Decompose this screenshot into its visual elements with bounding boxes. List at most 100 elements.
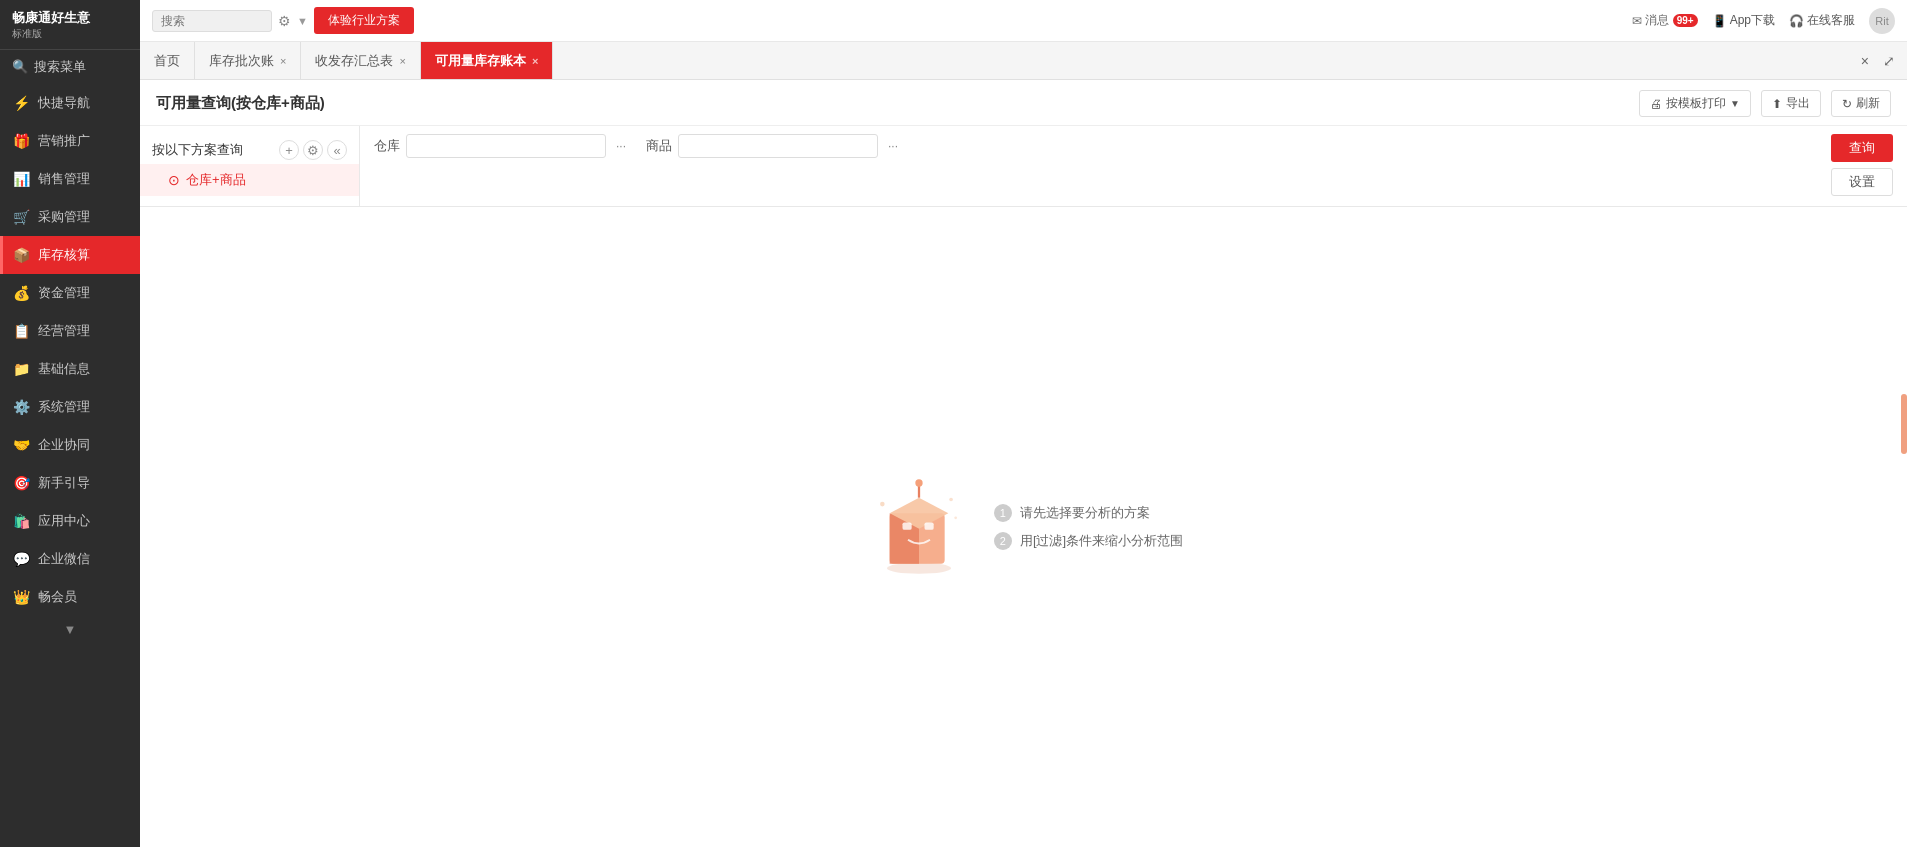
sidebar-item-label: 基础信息 — [38, 360, 90, 378]
trial-button[interactable]: 体验行业方案 — [314, 7, 414, 34]
sidebar-item-marketing[interactable]: 🎁 营销推广 — [0, 122, 140, 160]
sidebar-item-label: 新手引导 — [38, 474, 90, 492]
enterprise-icon: 🤝 — [12, 437, 30, 453]
export-button[interactable]: ⬆ 导出 — [1761, 90, 1821, 117]
message-label: 消息 — [1645, 12, 1669, 29]
wechat-icon: 💬 — [12, 551, 30, 567]
sidebar-item-wechat[interactable]: 💬 企业微信 — [0, 540, 140, 578]
app-download-link[interactable]: 📱 App下载 — [1712, 12, 1775, 29]
topbar-left: ⚙ ▼ 体验行业方案 — [152, 7, 1624, 34]
query-scheme-label: 按以下方案查询 — [152, 141, 243, 159]
sidebar-item-purchase[interactable]: 🛒 采购管理 — [0, 198, 140, 236]
print-label: 按模板打印 — [1666, 95, 1726, 112]
sidebar-item-label: 采购管理 — [38, 208, 90, 226]
page-header-actions: 🖨 按模板打印 ▼ ⬆ 导出 ↻ 刷新 — [1639, 90, 1891, 117]
tip-text-2: 用[过滤]条件来缩小分析范围 — [1020, 532, 1183, 550]
svg-point-7 — [915, 479, 922, 486]
query-panel: 按以下方案查询 + ⚙ « ⊙ 仓库+商品 仓库 ··· 商品 · — [140, 126, 1907, 207]
add-scheme-button[interactable]: + — [279, 140, 299, 160]
sidebar-item-guide[interactable]: 🎯 新手引导 — [0, 464, 140, 502]
refresh-button[interactable]: ↻ 刷新 — [1831, 90, 1891, 117]
empty-illustration — [864, 472, 974, 582]
topbar: ⚙ ▼ 体验行业方案 ✉ 消息 99+ 📱 App下载 🎧 在线客服 Rit — [140, 0, 1907, 42]
message-link[interactable]: ✉ 消息 99+ — [1632, 12, 1698, 29]
tab-expand-button[interactable]: ⤢ — [1879, 51, 1899, 71]
sidebar-item-finance[interactable]: 💰 资金管理 — [0, 274, 140, 312]
query-actions: 查询 设置 — [1817, 126, 1907, 206]
tip-num-1: 1 — [994, 504, 1012, 522]
sidebar-item-label: 企业协同 — [38, 436, 90, 454]
sidebar-item-sales[interactable]: 📊 销售管理 — [0, 160, 140, 198]
sidebar-item-operations[interactable]: 📋 经营管理 — [0, 312, 140, 350]
product-more-btn[interactable]: ··· — [884, 137, 902, 155]
tab-available-qty-close[interactable]: × — [532, 55, 538, 67]
service-label: 在线客服 — [1807, 12, 1855, 29]
tab-close-all-button[interactable]: × — [1857, 51, 1873, 71]
tab-stocktake-close[interactable]: × — [399, 55, 405, 67]
export-label: 导出 — [1786, 95, 1810, 112]
svg-point-9 — [949, 498, 953, 502]
empty-tip-1: 1 请先选择要分析的方案 — [994, 504, 1183, 522]
settings-button[interactable]: 设置 — [1831, 168, 1893, 196]
warehouse-input[interactable] — [406, 134, 606, 158]
purchase-icon: 🛒 — [12, 209, 30, 225]
warehouse-more-btn[interactable]: ··· — [612, 137, 630, 155]
search-icon: 🔍 — [12, 59, 28, 74]
tabbar-right-actions: × ⤢ — [1849, 42, 1907, 79]
product-input[interactable] — [678, 134, 878, 158]
settings-scheme-button[interactable]: ⚙ — [303, 140, 323, 160]
sidebar-item-label: 营销推广 — [38, 132, 90, 150]
tab-stocktake[interactable]: 收发存汇总表 × — [301, 42, 420, 79]
basic-icon: 📁 — [12, 361, 30, 377]
tab-batch-ledger[interactable]: 库存批次账 × — [195, 42, 301, 79]
sidebar-search-label: 搜索菜单 — [34, 58, 86, 76]
main-area: ⚙ ▼ 体验行业方案 ✉ 消息 99+ 📱 App下载 🎧 在线客服 Rit — [140, 0, 1907, 847]
sidebar-item-label: 快捷导航 — [38, 94, 90, 112]
brand-title: 畅康通好生意 — [12, 10, 128, 27]
operations-icon: 📋 — [12, 323, 30, 339]
marketing-icon: 🎁 — [12, 133, 30, 149]
message-icon: ✉ — [1632, 14, 1642, 28]
service-link[interactable]: 🎧 在线客服 — [1789, 12, 1855, 29]
gear-icon[interactable]: ⚙ — [278, 13, 291, 29]
export-icon: ⬆ — [1772, 97, 1782, 111]
tip-text-1: 请先选择要分析的方案 — [1020, 504, 1150, 522]
sidebar-scroll-down[interactable]: ▼ — [0, 616, 140, 643]
appstore-icon: 🛍️ — [12, 513, 30, 529]
svg-rect-4 — [902, 522, 911, 529]
sidebar-item-appstore[interactable]: 🛍️ 应用中心 — [0, 502, 140, 540]
system-icon: ⚙️ — [12, 399, 30, 415]
tab-batch-ledger-label: 库存批次账 — [209, 52, 274, 70]
tip-num-2: 2 — [994, 532, 1012, 550]
sidebar-item-basic[interactable]: 📁 基础信息 — [0, 350, 140, 388]
sidebar-item-label: 系统管理 — [38, 398, 90, 416]
sidebar-item-label: 企业微信 — [38, 550, 90, 568]
avatar[interactable]: Rit — [1869, 8, 1895, 34]
sidebar-item-label: 应用中心 — [38, 512, 90, 530]
sidebar-item-inventory[interactable]: 📦 库存核算 — [0, 236, 140, 274]
message-badge: 99+ — [1673, 14, 1698, 27]
guide-icon: 🎯 — [12, 475, 30, 491]
scheme-icon: ⊙ — [168, 172, 180, 188]
topbar-right: ✉ 消息 99+ 📱 App下载 🎧 在线客服 Rit — [1632, 8, 1895, 34]
print-button[interactable]: 🖨 按模板打印 ▼ — [1639, 90, 1751, 117]
page-title: 可用量查询(按仓库+商品) — [156, 94, 325, 113]
topbar-dropdown-icon[interactable]: ▼ — [297, 15, 308, 27]
warehouse-label: 仓库 — [374, 137, 400, 155]
sidebar-search[interactable]: 🔍 搜索菜单 — [0, 50, 140, 84]
query-button[interactable]: 查询 — [1831, 134, 1893, 162]
empty-tip-2: 2 用[过滤]条件来缩小分析范围 — [994, 532, 1183, 550]
tab-home[interactable]: 首页 — [140, 42, 195, 79]
tab-batch-ledger-close[interactable]: × — [280, 55, 286, 67]
tab-available-qty[interactable]: 可用量库存账本 × — [421, 42, 553, 79]
scheme-warehouse-product[interactable]: ⊙ 仓库+商品 — [140, 164, 359, 196]
printer-icon: 🖨 — [1650, 97, 1662, 111]
sidebar-item-quick-nav[interactable]: ⚡ 快捷导航 — [0, 84, 140, 122]
print-dropdown-icon[interactable]: ▼ — [1730, 98, 1740, 109]
sidebar-item-enterprise[interactable]: 🤝 企业协同 — [0, 426, 140, 464]
topbar-search-input[interactable] — [152, 10, 272, 32]
sidebar-item-system[interactable]: ⚙️ 系统管理 — [0, 388, 140, 426]
empty-state: 1 请先选择要分析的方案 2 用[过滤]条件来缩小分析范围 — [140, 207, 1907, 847]
collapse-scheme-button[interactable]: « — [327, 140, 347, 160]
sidebar-item-member[interactable]: 👑 畅会员 — [0, 578, 140, 616]
